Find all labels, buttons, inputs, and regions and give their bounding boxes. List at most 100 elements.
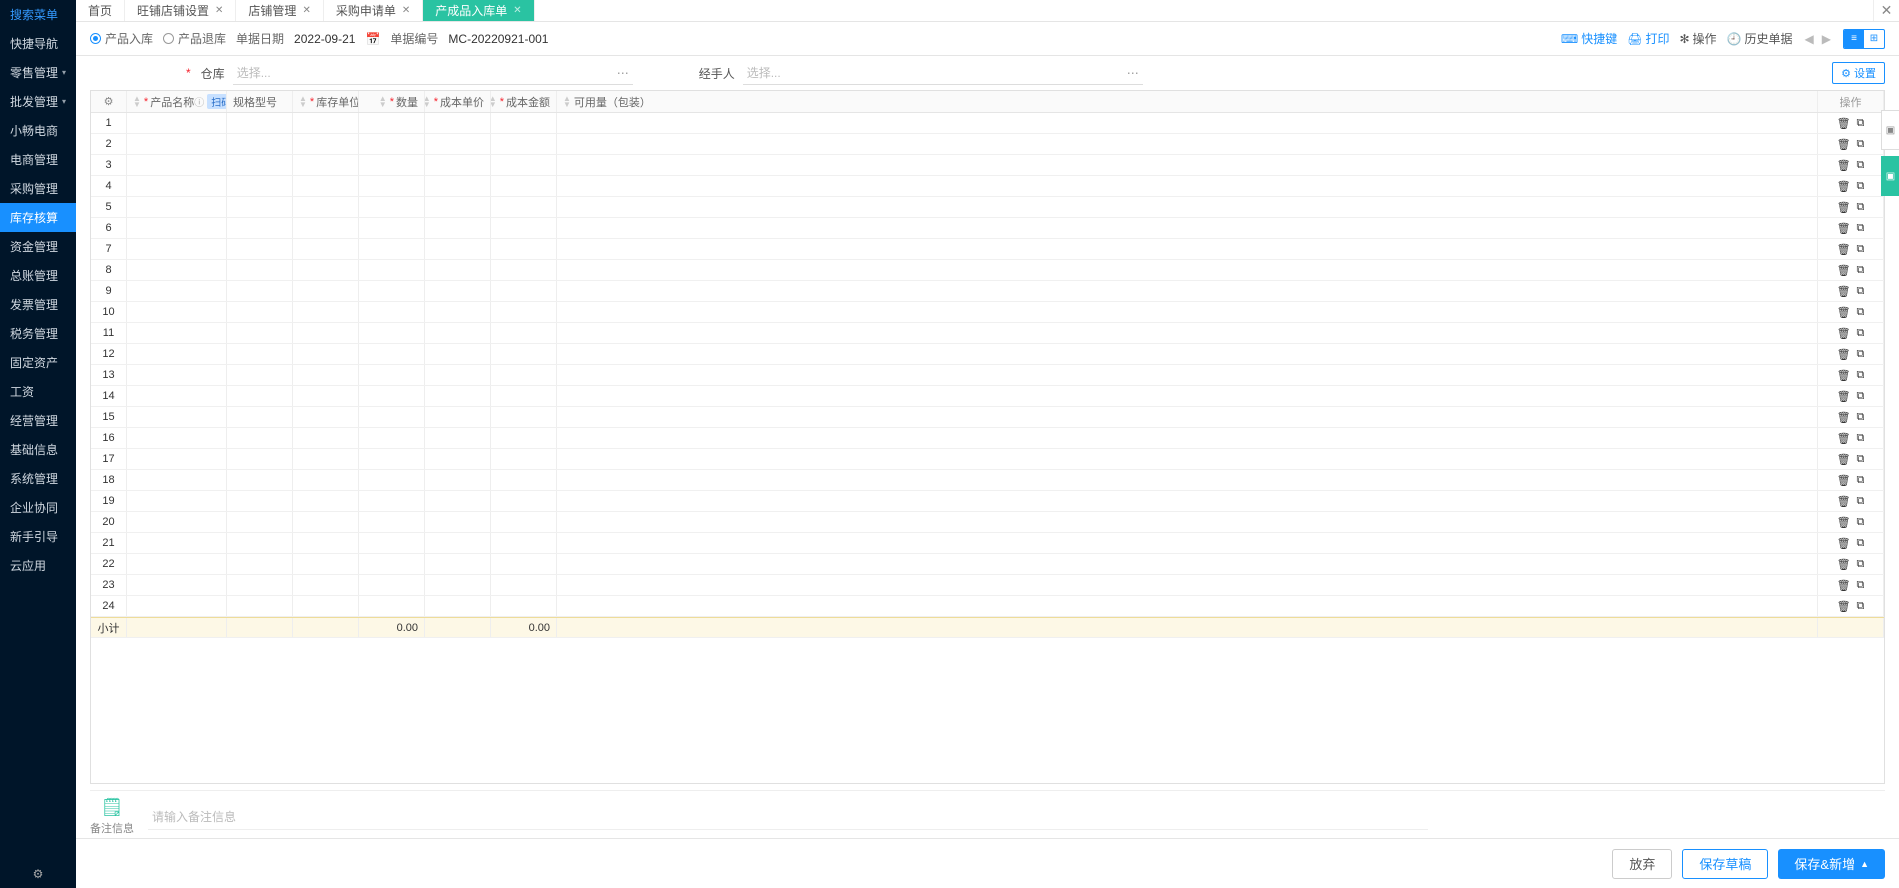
row-delete-icon[interactable]: 🗑 xyxy=(1837,264,1851,277)
row-copy-icon[interactable]: ⧉ xyxy=(1857,159,1865,172)
row-copy-icon[interactable]: ⧉ xyxy=(1857,516,1865,529)
sidebar-item-15[interactable]: 系统管理 xyxy=(0,464,76,493)
warehouse-select[interactable]: 选择...⋯ xyxy=(233,61,633,85)
row-copy-icon[interactable]: ⧉ xyxy=(1857,558,1865,571)
sidebar-item-9[interactable]: 发票管理 xyxy=(0,290,76,319)
table-row[interactable]: 9🗑⧉ xyxy=(91,281,1884,302)
row-delete-icon[interactable]: 🗑 xyxy=(1837,579,1851,592)
table-row[interactable]: 6🗑⧉ xyxy=(91,218,1884,239)
col-product-name[interactable]: ▲▼*产品名称 ⓘ扫码录入 xyxy=(127,91,227,112)
tab-2[interactable]: 店铺管理✕ xyxy=(236,0,323,21)
tab-1[interactable]: 旺铺店铺设置✕ xyxy=(125,0,236,21)
sidebar-item-1[interactable]: 零售管理 xyxy=(0,58,76,87)
row-delete-icon[interactable]: 🗑 xyxy=(1837,537,1851,550)
col-spec[interactable]: 规格型号 xyxy=(227,91,293,112)
radio-product-in[interactable]: 产品入库 xyxy=(90,30,153,47)
row-copy-icon[interactable]: ⧉ xyxy=(1857,537,1865,550)
row-copy-icon[interactable]: ⧉ xyxy=(1857,432,1865,445)
row-delete-icon[interactable]: 🗑 xyxy=(1837,117,1851,130)
row-copy-icon[interactable]: ⧉ xyxy=(1857,285,1865,298)
row-copy-icon[interactable]: ⧉ xyxy=(1857,222,1865,235)
row-copy-icon[interactable]: ⧉ xyxy=(1857,327,1865,340)
row-copy-icon[interactable]: ⧉ xyxy=(1857,306,1865,319)
row-delete-icon[interactable]: 🗑 xyxy=(1837,474,1851,487)
handler-select[interactable]: 选择...⋯ xyxy=(743,61,1143,85)
table-row[interactable]: 17🗑⧉ xyxy=(91,449,1884,470)
float-tab-2[interactable]: ▣ xyxy=(1881,156,1899,196)
history-prev-icon[interactable]: ◀ xyxy=(1803,32,1816,46)
table-row[interactable]: 23🗑⧉ xyxy=(91,575,1884,596)
sidebar-item-2[interactable]: 批发管理 xyxy=(0,87,76,116)
sidebar-item-5[interactable]: 采购管理 xyxy=(0,174,76,203)
col-available[interactable]: ▲▼可用量（包装） xyxy=(557,91,1818,112)
row-delete-icon[interactable]: 🗑 xyxy=(1837,285,1851,298)
action-link[interactable]: ✻ 操作 xyxy=(1679,30,1716,47)
sidebar-item-18[interactable]: 云应用 xyxy=(0,551,76,580)
table-row[interactable]: 12🗑⧉ xyxy=(91,344,1884,365)
table-row[interactable]: 22🗑⧉ xyxy=(91,554,1884,575)
col-qty[interactable]: ▲▼*数量 xyxy=(359,91,425,112)
scan-badge[interactable]: 扫码录入 xyxy=(207,94,227,109)
sidebar-item-4[interactable]: 电商管理 xyxy=(0,145,76,174)
sidebar-settings-icon[interactable]: ⚙ xyxy=(0,860,76,888)
row-delete-icon[interactable]: 🗑 xyxy=(1837,516,1851,529)
tab-3[interactable]: 采购申请单✕ xyxy=(324,0,423,21)
row-copy-icon[interactable]: ⧉ xyxy=(1857,390,1865,403)
row-copy-icon[interactable]: ⧉ xyxy=(1857,348,1865,361)
radio-product-out[interactable]: 产品退库 xyxy=(163,30,226,47)
sidebar-item-7[interactable]: 资金管理 xyxy=(0,232,76,261)
row-delete-icon[interactable]: 🗑 xyxy=(1837,243,1851,256)
tab-close-icon[interactable]: ✕ xyxy=(402,5,410,16)
table-row[interactable]: 11🗑⧉ xyxy=(91,323,1884,344)
sidebar-item-0[interactable]: 快捷导航 xyxy=(0,29,76,58)
save-new-button[interactable]: 保存&新增▲ xyxy=(1778,849,1885,879)
tab-close-icon[interactable]: ✕ xyxy=(513,5,521,16)
table-row[interactable]: 5🗑⧉ xyxy=(91,197,1884,218)
row-delete-icon[interactable]: 🗑 xyxy=(1837,348,1851,361)
row-delete-icon[interactable]: 🗑 xyxy=(1837,306,1851,319)
tabs-close-all[interactable]: ✕ xyxy=(1873,0,1899,21)
row-copy-icon[interactable]: ⧉ xyxy=(1857,600,1865,613)
table-row[interactable]: 10🗑⧉ xyxy=(91,302,1884,323)
table-row[interactable]: 16🗑⧉ xyxy=(91,428,1884,449)
table-row[interactable]: 15🗑⧉ xyxy=(91,407,1884,428)
col-price[interactable]: ▲▼*成本单价 xyxy=(425,91,491,112)
sidebar-item-16[interactable]: 企业协同 xyxy=(0,493,76,522)
sidebar-item-3[interactable]: 小畅电商 xyxy=(0,116,76,145)
calendar-icon[interactable]: 📅 xyxy=(365,32,380,46)
row-copy-icon[interactable]: ⧉ xyxy=(1857,243,1865,256)
table-row[interactable]: 7🗑⧉ xyxy=(91,239,1884,260)
discard-button[interactable]: 放弃 xyxy=(1612,849,1672,879)
history-link[interactable]: 🕘 历史单据 xyxy=(1727,30,1793,47)
row-delete-icon[interactable]: 🗑 xyxy=(1837,369,1851,382)
row-copy-icon[interactable]: ⧉ xyxy=(1857,138,1865,151)
view-list-icon[interactable]: ≡ xyxy=(1844,30,1864,48)
view-grid-icon[interactable]: ⊞ xyxy=(1864,30,1884,48)
tab-close-icon[interactable]: ✕ xyxy=(215,5,223,16)
table-row[interactable]: 2🗑⧉ xyxy=(91,134,1884,155)
row-copy-icon[interactable]: ⧉ xyxy=(1857,201,1865,214)
sidebar-item-17[interactable]: 新手引导 xyxy=(0,522,76,551)
row-copy-icon[interactable]: ⧉ xyxy=(1857,369,1865,382)
row-delete-icon[interactable]: 🗑 xyxy=(1837,222,1851,235)
row-copy-icon[interactable]: ⧉ xyxy=(1857,474,1865,487)
float-tab-1[interactable]: ▣ xyxy=(1881,110,1899,150)
sidebar-item-8[interactable]: 总账管理 xyxy=(0,261,76,290)
row-delete-icon[interactable]: 🗑 xyxy=(1837,558,1851,571)
tab-0[interactable]: 首页 xyxy=(76,0,125,21)
sidebar-item-6[interactable]: 库存核算 xyxy=(0,203,76,232)
table-row[interactable]: 19🗑⧉ xyxy=(91,491,1884,512)
tab-4[interactable]: 产成品入库单✕ xyxy=(423,0,534,21)
row-delete-icon[interactable]: 🗑 xyxy=(1837,201,1851,214)
row-copy-icon[interactable]: ⧉ xyxy=(1857,411,1865,424)
shortcut-link[interactable]: ⌨ 快捷键 xyxy=(1561,30,1617,47)
table-row[interactable]: 3🗑⧉ xyxy=(91,155,1884,176)
table-row[interactable]: 20🗑⧉ xyxy=(91,512,1884,533)
row-delete-icon[interactable]: 🗑 xyxy=(1837,138,1851,151)
row-copy-icon[interactable]: ⧉ xyxy=(1857,579,1865,592)
row-delete-icon[interactable]: 🗑 xyxy=(1837,411,1851,424)
table-row[interactable]: 1🗑⧉ xyxy=(91,113,1884,134)
tab-close-icon[interactable]: ✕ xyxy=(302,5,310,16)
date-value[interactable]: 2022-09-21 xyxy=(294,32,355,46)
history-next-icon[interactable]: ▶ xyxy=(1820,32,1833,46)
